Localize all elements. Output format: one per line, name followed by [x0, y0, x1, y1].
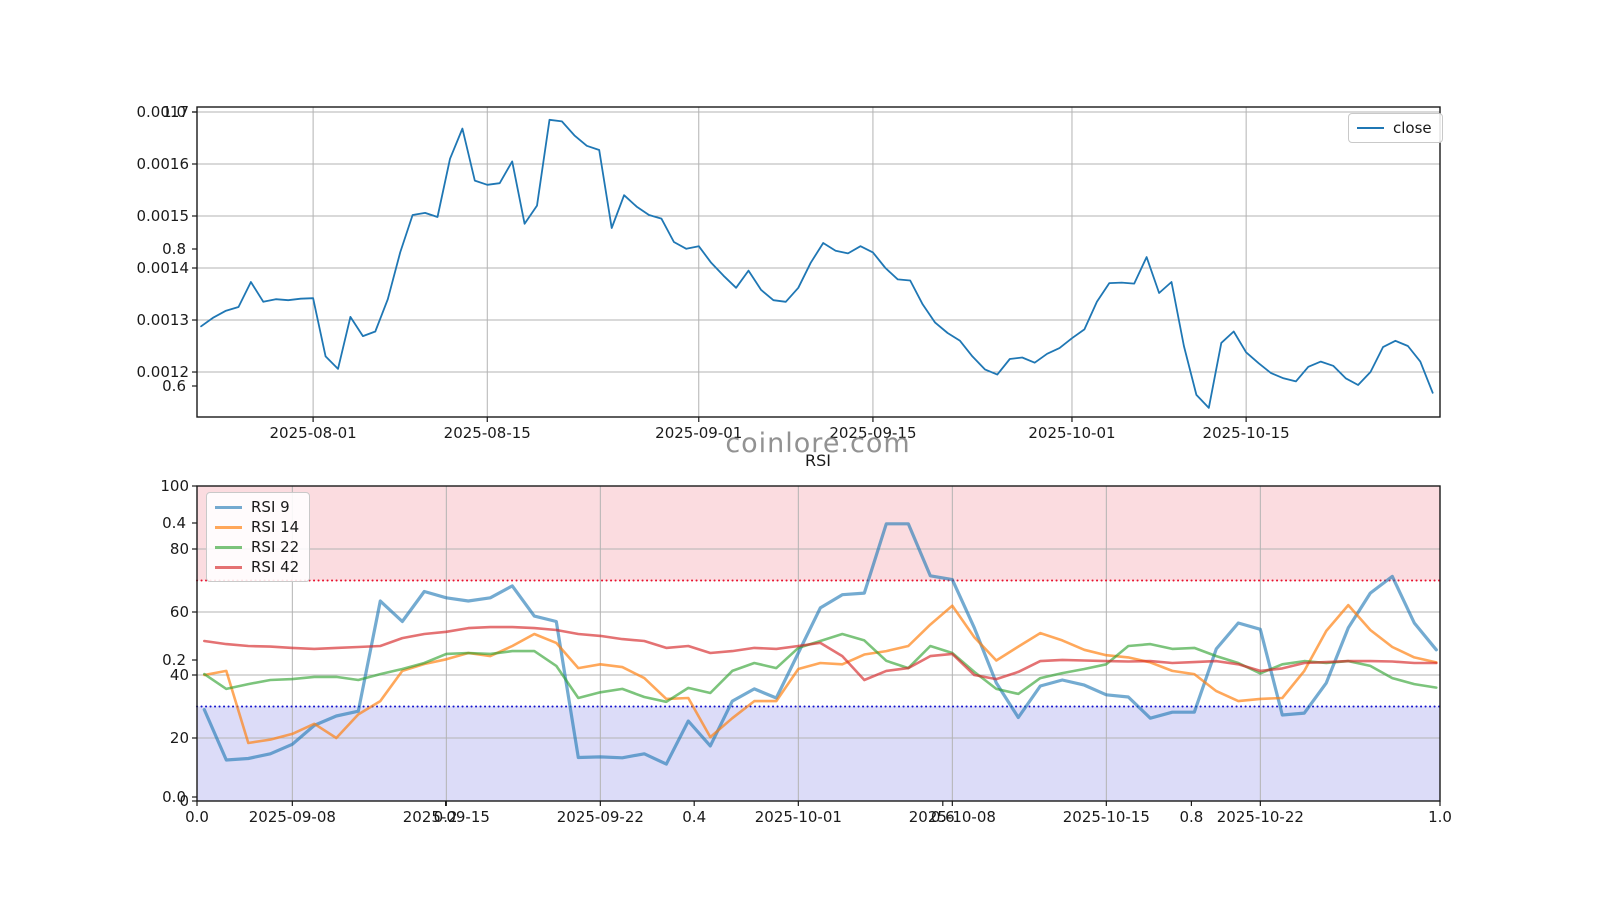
legend-item-rsi-42: RSI 42 — [215, 557, 299, 577]
legend-line-swatch — [215, 525, 242, 529]
y-tick-label: 80 — [170, 540, 189, 558]
y-tick-label: 0.0016 — [137, 155, 190, 173]
legend-label: RSI 14 — [251, 518, 300, 536]
x-tick-label: 2025-10-15 — [1063, 808, 1150, 826]
legend-line-swatch — [1357, 126, 1384, 130]
hidden-axis-x-label: 0.4 — [682, 808, 706, 826]
x-tick-label: 2025-10-01 — [755, 808, 842, 826]
x-tick-label: 2025-09-22 — [557, 808, 644, 826]
x-tick-label: 2025-08-01 — [270, 424, 357, 442]
hidden-axis-y-label: 1.0 — [162, 103, 186, 121]
x-tick-label: 2025-10-01 — [1028, 424, 1115, 442]
x-tick-label: 2025-09-08 — [249, 808, 336, 826]
rsi-chart-title: RSI — [805, 451, 831, 470]
legend-label: RSI 22 — [251, 538, 300, 556]
legend-line-swatch — [215, 565, 242, 569]
hidden-axis-y-label: 0.6 — [162, 377, 186, 395]
hidden-axis-y-label: 0.0 — [162, 788, 186, 806]
legend-item-rsi-22: RSI 22 — [215, 537, 299, 557]
x-tick-label: 2025-08-15 — [444, 424, 531, 442]
y-tick-label: 0.0013 — [137, 311, 190, 329]
hidden-axis-x-label: 0.0 — [185, 808, 209, 826]
y-tick-label: 0.0015 — [137, 207, 190, 225]
legend-item-rsi-9: RSI 9 — [215, 497, 299, 517]
rsi-legend: RSI 9 RSI 14 RSI 22 RSI 42 — [206, 492, 311, 582]
hidden-axis-x-label: 0.2 — [434, 808, 458, 826]
overbought-zone — [197, 486, 1440, 581]
x-tick-label: 2025-10-15 — [1203, 424, 1290, 442]
hidden-axis-x-label: 1.0 — [1428, 808, 1452, 826]
axes-border — [196, 106, 1441, 418]
hidden-axis-y-label: 0.2 — [162, 651, 186, 669]
x-tick-label: 2025-10-22 — [1217, 808, 1304, 826]
legend-label: RSI 42 — [251, 558, 300, 576]
legend-label: RSI 9 — [251, 498, 290, 516]
legend-item-close: close — [1357, 118, 1432, 138]
hidden-axis-x-label: 0.8 — [1179, 808, 1203, 826]
hidden-axis-y-label: 0.4 — [162, 514, 186, 532]
close-line — [200, 118, 1434, 409]
legend-line-swatch — [215, 505, 242, 509]
y-tick-label: 100 — [160, 477, 189, 495]
legend-label: close — [1393, 119, 1432, 137]
hidden-axis-x-label: 0.6 — [931, 808, 955, 826]
legend-item-rsi-14: RSI 14 — [215, 517, 299, 537]
chart-figure: 2025-08-01 2025-08-15 2025-09-01 2025-09-15… — [0, 0, 1600, 900]
oversold-zone — [197, 706, 1440, 801]
y-tick-label: 20 — [170, 729, 189, 747]
legend-line-swatch — [215, 545, 242, 549]
y-tick-label: 60 — [170, 603, 189, 621]
price-legend: close — [1348, 113, 1443, 143]
y-tick-label: 0.0014 — [137, 259, 190, 277]
hidden-axis-y-label: 0.8 — [162, 240, 186, 258]
